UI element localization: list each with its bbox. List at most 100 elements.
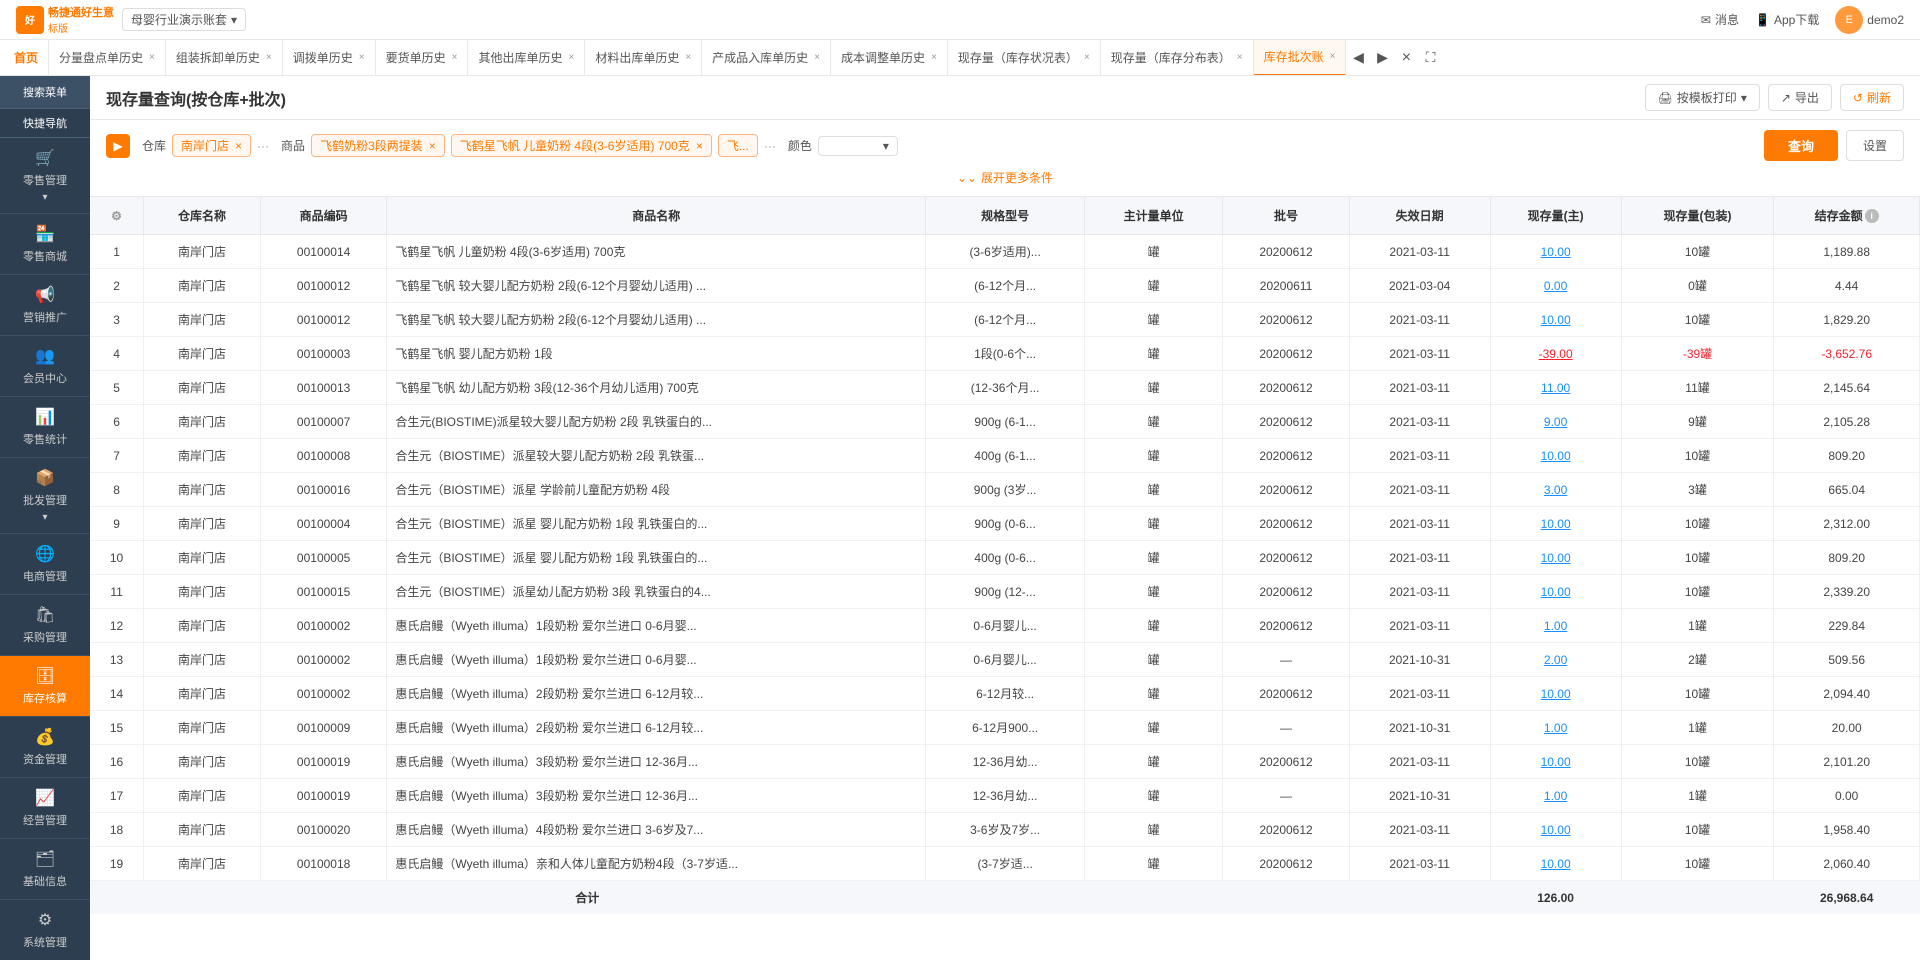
remove-warehouse-icon[interactable]: × [235, 139, 242, 153]
cell-stock-main[interactable]: 10.00 [1490, 507, 1621, 541]
tab-close-icon[interactable]: × [685, 52, 691, 63]
tab-tiao-bo[interactable]: 调拨单历史 × [283, 40, 376, 76]
tab-close-all-btn[interactable]: × [1394, 40, 1418, 76]
tab-close-icon[interactable]: × [1084, 52, 1090, 63]
refresh-btn[interactable]: ↺ 刷新 [1840, 84, 1904, 111]
message-btn[interactable]: ✉ 消息 [1701, 11, 1739, 28]
cell-stock-main[interactable]: 9.00 [1490, 405, 1621, 439]
tab-prev-btn[interactable]: ◀ [1346, 40, 1370, 76]
sidebar-item-retail-mall[interactable]: 🏪 零售商城 [0, 214, 90, 275]
cell-index: 15 [90, 711, 144, 745]
sidebar-item-retail-stats[interactable]: 📊 零售统计 [0, 397, 90, 458]
table-row: 8 南岸门店 00100016 合生元（BIOSTIME）派星 学龄前儿童配方奶… [90, 473, 1920, 507]
tab-next-btn[interactable]: ▶ [1370, 40, 1394, 76]
tab-close-icon[interactable]: × [931, 52, 937, 63]
tab-chengben[interactable]: 成本调整单历史 × [831, 40, 948, 76]
cell-product-code: 00100013 [260, 371, 386, 405]
table-container[interactable]: ⚙ 仓库名称 商品编码 商品名称 规格型号 主计量单位 批号 失效日期 现存量(… [90, 197, 1920, 960]
product-more[interactable]: ··· [764, 139, 776, 153]
tab-close-icon[interactable]: × [452, 52, 458, 63]
product-tag-1[interactable]: 飞鹤奶粉3段两提装 × [311, 134, 445, 157]
cell-stock-main[interactable]: 10.00 [1490, 745, 1621, 779]
product-tag-extra[interactable]: 飞... [718, 134, 758, 157]
tab-close-icon[interactable]: × [1330, 51, 1336, 62]
tab-qita[interactable]: 其他出库单历史 × [468, 40, 585, 76]
gear-icon[interactable]: ⚙ [111, 209, 122, 223]
cell-stock-main[interactable]: 11.00 [1490, 371, 1621, 405]
warehouse-more[interactable]: ··· [257, 139, 269, 153]
tab-fen-pan[interactable]: 分量盘点单历史 × [49, 40, 166, 76]
tab-close-icon[interactable]: × [149, 52, 155, 63]
cell-stock-main[interactable]: 1.00 [1490, 779, 1621, 813]
query-btn[interactable]: 查询 [1764, 130, 1838, 161]
cell-product-code: 00100002 [260, 677, 386, 711]
cell-stock-main[interactable]: 1.00 [1490, 711, 1621, 745]
cell-stock-main[interactable]: 2.00 [1490, 643, 1621, 677]
cell-warehouse: 南岸门店 [144, 609, 261, 643]
tab-cailiao[interactable]: 材料出库单历史 × [585, 40, 702, 76]
cell-warehouse: 南岸门店 [144, 303, 261, 337]
cell-stock-main[interactable]: -39.00 [1490, 337, 1621, 371]
tab-close-icon[interactable]: × [568, 52, 574, 63]
remove-product2-icon[interactable]: × [696, 139, 703, 153]
sidebar-item-member[interactable]: 👥 会员中心 [0, 336, 90, 397]
setting-btn[interactable]: 设置 [1846, 130, 1904, 161]
cell-stock-main[interactable]: 10.00 [1490, 677, 1621, 711]
sidebar-item-ecommerce[interactable]: 🌐 电商管理 [0, 534, 90, 595]
cell-stock-main[interactable]: 1.00 [1490, 609, 1621, 643]
cell-stock-main[interactable]: 10.00 [1490, 439, 1621, 473]
tab-xiancun-fen[interactable]: 现存量（库存分布表） × [1101, 40, 1254, 76]
tab-close-icon[interactable]: × [1237, 52, 1243, 63]
cell-stock-main[interactable]: 10.00 [1490, 813, 1621, 847]
print-btn[interactable]: 🖨 按模板打印 ▾ [1645, 84, 1760, 111]
sidebar-item-wholesale[interactable]: 📦 批发管理 ▾ [0, 458, 90, 534]
cell-stock-main[interactable]: 10.00 [1490, 303, 1621, 337]
sidebar-item-ops[interactable]: 📈 经营管理 [0, 778, 90, 839]
tab-close-icon[interactable]: × [359, 52, 365, 63]
tab-close-icon[interactable]: × [266, 52, 272, 63]
cell-spec: (3-6岁适用)... [926, 235, 1085, 269]
cell-stock-pkg: 2罐 [1621, 643, 1774, 677]
filter-expand-btn[interactable]: ▶ [106, 134, 130, 158]
cell-stock-main[interactable]: 3.00 [1490, 473, 1621, 507]
sidebar-search[interactable]: 搜索菜单 [0, 76, 90, 109]
table-row: 6 南岸门店 00100007 合生元(BIOSTIME)派星较大婴儿配方奶粉 … [90, 405, 1920, 439]
cell-stock-main[interactable]: 0.00 [1490, 269, 1621, 303]
sidebar-item-inventory[interactable]: 🗄 库存核算 [0, 656, 90, 717]
th-gear[interactable]: ⚙ [90, 197, 144, 235]
expand-conditions-btn[interactable]: ⌄⌄ 展开更多条件 [945, 169, 1065, 186]
tab-chanpin[interactable]: 产成品入库单历史 × [702, 40, 831, 76]
user-menu[interactable]: E demo2 [1835, 6, 1904, 34]
tab-close-icon[interactable]: × [814, 52, 820, 63]
product-tag-2[interactable]: 飞鹤星飞帆 儿童奶粉 4段(3-6岁适用) 700克 × [451, 134, 712, 157]
remove-product1-icon[interactable]: × [429, 139, 436, 153]
cell-index: 19 [90, 847, 144, 881]
color-dropdown[interactable]: ▾ [818, 136, 898, 156]
tab-maximize-btn[interactable]: ⛶ [1418, 40, 1442, 76]
warehouse-tag[interactable]: 南岸门店 × [172, 134, 251, 157]
sidebar-quick-nav[interactable]: 快捷导航 [0, 109, 90, 138]
cell-index: 16 [90, 745, 144, 779]
cell-stock-main[interactable]: 10.00 [1490, 235, 1621, 269]
app-download-btn[interactable]: 📱 App下载 [1755, 11, 1819, 28]
tab-home[interactable]: 首页 [4, 40, 49, 76]
export-btn[interactable]: ↗ 导出 [1768, 84, 1832, 111]
industry-selector[interactable]: 母婴行业演示账套 ▾ [122, 8, 246, 31]
sidebar-item-system[interactable]: ⚙ 系统管理 [0, 900, 90, 960]
tab-yao-huo[interactable]: 要货单历史 × [376, 40, 469, 76]
tab-kucun-pici[interactable]: 库存批次账 × [1254, 40, 1347, 76]
info-icon[interactable]: i [1865, 209, 1879, 223]
sidebar-item-purchase[interactable]: 🛍 采购管理 [0, 595, 90, 656]
cell-stock-main[interactable]: 10.00 [1490, 575, 1621, 609]
th-warehouse: 仓库名称 [144, 197, 261, 235]
cell-expire: 2021-03-11 [1349, 677, 1490, 711]
tab-zu-zhuang[interactable]: 组装拆卸单历史 × [166, 40, 283, 76]
cell-stock-main[interactable]: 10.00 [1490, 847, 1621, 881]
sidebar-item-finance[interactable]: 💰 资金管理 [0, 717, 90, 778]
sidebar-item-basic[interactable]: 🗂 基础信息 [0, 839, 90, 900]
sidebar-item-marketing[interactable]: 📢 营销推广 [0, 275, 90, 336]
sidebar-item-retail-mgmt[interactable]: 🛒 零售管理 ▾ [0, 138, 90, 214]
tab-xiancun-ku[interactable]: 现存量（库存状况表） × [948, 40, 1101, 76]
cell-stock-main[interactable]: 10.00 [1490, 541, 1621, 575]
cell-index: 8 [90, 473, 144, 507]
